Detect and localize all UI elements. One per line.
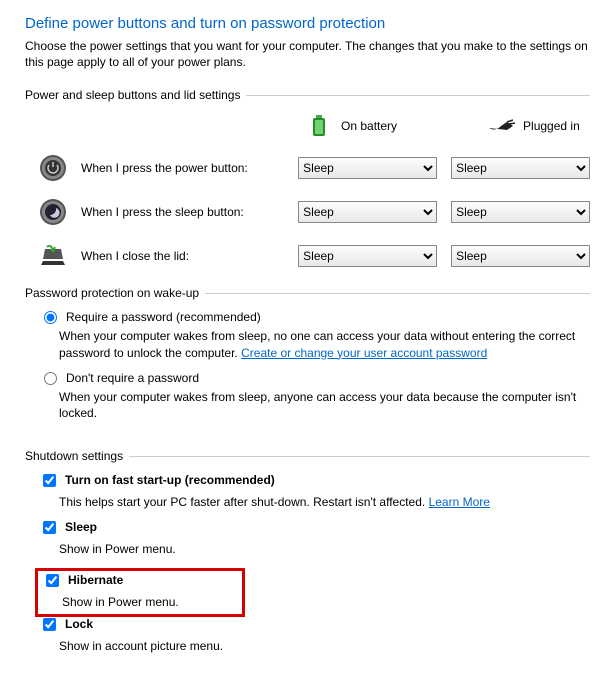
sleep-button-icon (39, 198, 67, 226)
page-title: Define power buttons and turn on passwor… (25, 15, 590, 32)
row-sleep-button: When I press the sleep button: Sleep Sle… (25, 198, 590, 226)
section-shutdown-header: Shutdown settings (25, 449, 590, 463)
radio-no-password[interactable] (44, 372, 57, 385)
sleep-label: Sleep (65, 520, 97, 534)
page-description: Choose the power settings that you want … (25, 38, 590, 70)
hibernate-label: Hibernate (68, 573, 123, 587)
power-button-icon (39, 154, 67, 182)
lid-plugged-select[interactable]: Sleep (451, 245, 590, 267)
section-buttons-header: Power and sleep buttons and lid settings (25, 88, 590, 102)
section-buttons-label: Power and sleep buttons and lid settings (25, 88, 240, 102)
fast-startup-desc-text: This helps start your PC faster after sh… (59, 495, 429, 509)
divider (129, 456, 590, 457)
checkbox-hibernate[interactable] (46, 574, 59, 587)
no-password-desc: When your computer wakes from sleep, any… (25, 389, 590, 421)
lid-battery-select[interactable]: Sleep (298, 245, 437, 267)
checkbox-lock[interactable] (43, 618, 56, 631)
radio-require-label: Require a password (recommended) (66, 310, 261, 324)
radio-no-password-label: Don't require a password (66, 371, 199, 385)
mode-battery-label: On battery (341, 119, 397, 133)
section-password-label: Password protection on wake-up (25, 286, 199, 300)
row-power-button: When I press the power button: Sleep Sle… (25, 154, 590, 182)
lock-desc: Show in account picture menu. (25, 638, 590, 654)
link-learn-more[interactable]: Learn More (429, 495, 490, 509)
radio-require-password[interactable] (44, 311, 57, 324)
checkbox-fast-startup[interactable] (43, 474, 56, 487)
power-battery-select[interactable]: Sleep (298, 157, 437, 179)
section-shutdown-label: Shutdown settings (25, 449, 123, 463)
checkbox-sleep[interactable] (43, 521, 56, 534)
plug-icon (487, 112, 515, 140)
section-password-header: Password protection on wake-up (25, 286, 590, 300)
row-power-label: When I press the power button: (81, 161, 248, 175)
hibernate-desc: Show in Power menu. (38, 594, 238, 610)
row-lid-label: When I close the lid: (81, 249, 189, 263)
row-sleep-label: When I press the sleep button: (81, 205, 244, 219)
battery-icon (305, 112, 333, 140)
highlight-box: Hibernate Show in Power menu. (35, 568, 245, 617)
fast-startup-desc: This helps start your PC faster after sh… (25, 494, 590, 510)
link-change-password[interactable]: Create or change your user account passw… (241, 346, 487, 360)
divider (205, 293, 590, 294)
power-plugged-select[interactable]: Sleep (451, 157, 590, 179)
row-close-lid: When I close the lid: Sleep Sleep (25, 242, 590, 270)
lid-icon (39, 242, 67, 270)
sleep-battery-select[interactable]: Sleep (298, 201, 437, 223)
sleep-desc: Show in Power menu. (25, 541, 590, 557)
divider (246, 95, 590, 96)
mode-header: On battery Plugged in (25, 112, 590, 140)
sleep-plugged-select[interactable]: Sleep (451, 201, 590, 223)
mode-plugged-label: Plugged in (523, 119, 580, 133)
fast-startup-label: Turn on fast start-up (recommended) (65, 473, 275, 487)
require-password-desc: When your computer wakes from sleep, no … (25, 328, 590, 360)
